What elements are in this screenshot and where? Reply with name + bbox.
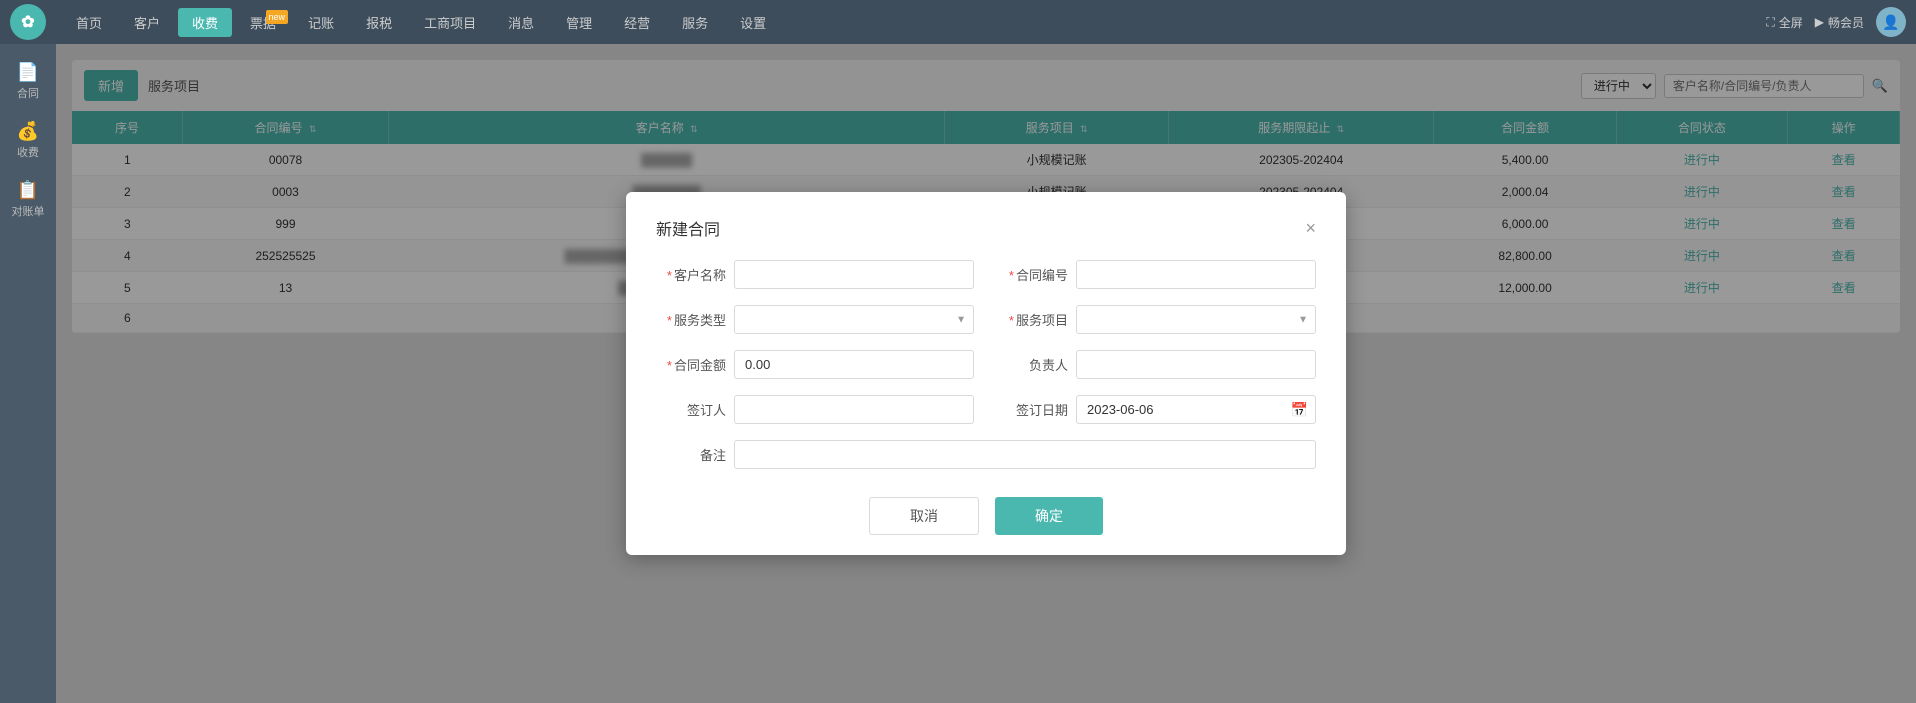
required-star-stype: * — [667, 313, 672, 328]
fullscreen-icon: ⛶ — [1766, 15, 1774, 30]
customer-label: *客户名称 — [656, 265, 726, 284]
contract-icon: 📄 — [17, 62, 39, 83]
sidebar-item-contract[interactable]: 📄 合同 — [2, 54, 54, 109]
main-content-area: 新增 服务项目 进行中 已完成 已取消 🔍 序号 合同编 — [56, 44, 1916, 703]
modal-form: *客户名称 *合同编号 *服务类型 — [656, 260, 1316, 469]
nav-home[interactable]: 首页 — [62, 8, 116, 37]
remark-label: 备注 — [656, 445, 726, 464]
main-layout: 📄 合同 💰 收费 📋 对账单 新增 服务项目 进行中 已完成 已取消 — [0, 44, 1916, 703]
new-badge: new — [266, 10, 289, 24]
signer-label: 签订人 — [656, 400, 726, 419]
close-icon[interactable]: × — [1305, 218, 1316, 239]
service-type-label: *服务类型 — [656, 310, 726, 329]
vip-button[interactable]: ▶ 畅会员 — [1815, 14, 1864, 31]
nav-customer[interactable]: 客户 — [120, 8, 174, 37]
required-star-amount: * — [667, 358, 672, 373]
nav-billing[interactable]: 收费 — [178, 8, 232, 37]
nav-management[interactable]: 管理 — [552, 8, 606, 37]
service-item-field-row: *服务项目 — [998, 305, 1316, 334]
signer-input[interactable] — [734, 395, 974, 424]
customer-field-row: *客户名称 — [656, 260, 974, 289]
nav-menu: 首页 客户 收费 票据 new 记账 报税 工商项目 消息 管理 经营 服务 设… — [62, 8, 1766, 37]
service-type-field-row: *服务类型 — [656, 305, 974, 334]
contract-no-label: *合同编号 — [998, 265, 1068, 284]
service-type-select-wrap — [734, 305, 974, 334]
responsible-label: 负责人 — [998, 355, 1068, 374]
modal-title: 新建合同 — [656, 216, 720, 240]
user-avatar[interactable]: 👤 — [1876, 7, 1906, 37]
confirm-button[interactable]: 确定 — [995, 497, 1103, 535]
modal-footer: 取消 确定 — [656, 497, 1316, 535]
required-star-contract: * — [1009, 268, 1014, 283]
contract-no-field-row: *合同编号 — [998, 260, 1316, 289]
modal-header: 新建合同 × — [656, 216, 1316, 240]
cancel-button[interactable]: 取消 — [869, 497, 979, 535]
required-star-customer: * — [667, 268, 672, 283]
service-item-label: *服务项目 — [998, 310, 1068, 329]
top-navigation: ✿ 首页 客户 收费 票据 new 记账 报税 工商项目 消息 管理 经营 服务… — [0, 0, 1916, 44]
modal-overlay: 新建合同 × *客户名称 *合同编号 — [56, 44, 1916, 703]
nav-business[interactable]: 工商项目 — [410, 8, 490, 37]
new-contract-modal: 新建合同 × *客户名称 *合同编号 — [626, 192, 1346, 555]
nav-operation[interactable]: 经营 — [610, 8, 664, 37]
service-item-select-wrap — [1076, 305, 1316, 334]
left-sidebar: 📄 合同 💰 收费 📋 对账单 — [0, 44, 56, 703]
sign-date-wrap: 📅 — [1076, 395, 1316, 424]
sign-date-input[interactable] — [1076, 395, 1316, 424]
sign-date-field-row: 签订日期 📅 — [998, 395, 1316, 424]
amount-field-row: *合同金额 — [656, 350, 974, 379]
contract-no-input[interactable] — [1076, 260, 1316, 289]
service-item-select[interactable] — [1076, 305, 1316, 334]
remark-input[interactable] — [734, 440, 1316, 469]
service-type-select[interactable] — [734, 305, 974, 334]
reconciliation-icon: 📋 — [17, 180, 39, 201]
sidebar-item-reconciliation[interactable]: 📋 对账单 — [2, 172, 54, 227]
sidebar-item-billing[interactable]: 💰 收费 — [2, 113, 54, 168]
nav-right-actions: ⛶ 全屏 ▶ 畅会员 👤 — [1766, 7, 1906, 37]
nav-service[interactable]: 服务 — [668, 8, 722, 37]
remark-field-row: 备注 — [656, 440, 1316, 469]
nav-settings[interactable]: 设置 — [726, 8, 780, 37]
customer-name-input[interactable] — [734, 260, 974, 289]
nav-bookkeeping[interactable]: 记账 — [294, 8, 348, 37]
responsible-input[interactable] — [1076, 350, 1316, 379]
required-star-sitem: * — [1009, 313, 1014, 328]
billing-icon: 💰 — [17, 121, 39, 142]
calendar-icon[interactable]: 📅 — [1291, 401, 1308, 418]
play-icon: ▶ — [1815, 15, 1824, 29]
signer-field-row: 签订人 — [656, 395, 974, 424]
amount-input[interactable] — [734, 350, 974, 379]
sign-date-label: 签订日期 — [998, 400, 1068, 419]
amount-label: *合同金额 — [656, 355, 726, 374]
app-logo: ✿ — [10, 4, 46, 40]
nav-tax[interactable]: 报税 — [352, 8, 406, 37]
responsible-field-row: 负责人 — [998, 350, 1316, 379]
nav-message[interactable]: 消息 — [494, 8, 548, 37]
nav-invoice[interactable]: 票据 new — [236, 8, 290, 37]
fullscreen-button[interactable]: ⛶ 全屏 — [1766, 14, 1802, 31]
